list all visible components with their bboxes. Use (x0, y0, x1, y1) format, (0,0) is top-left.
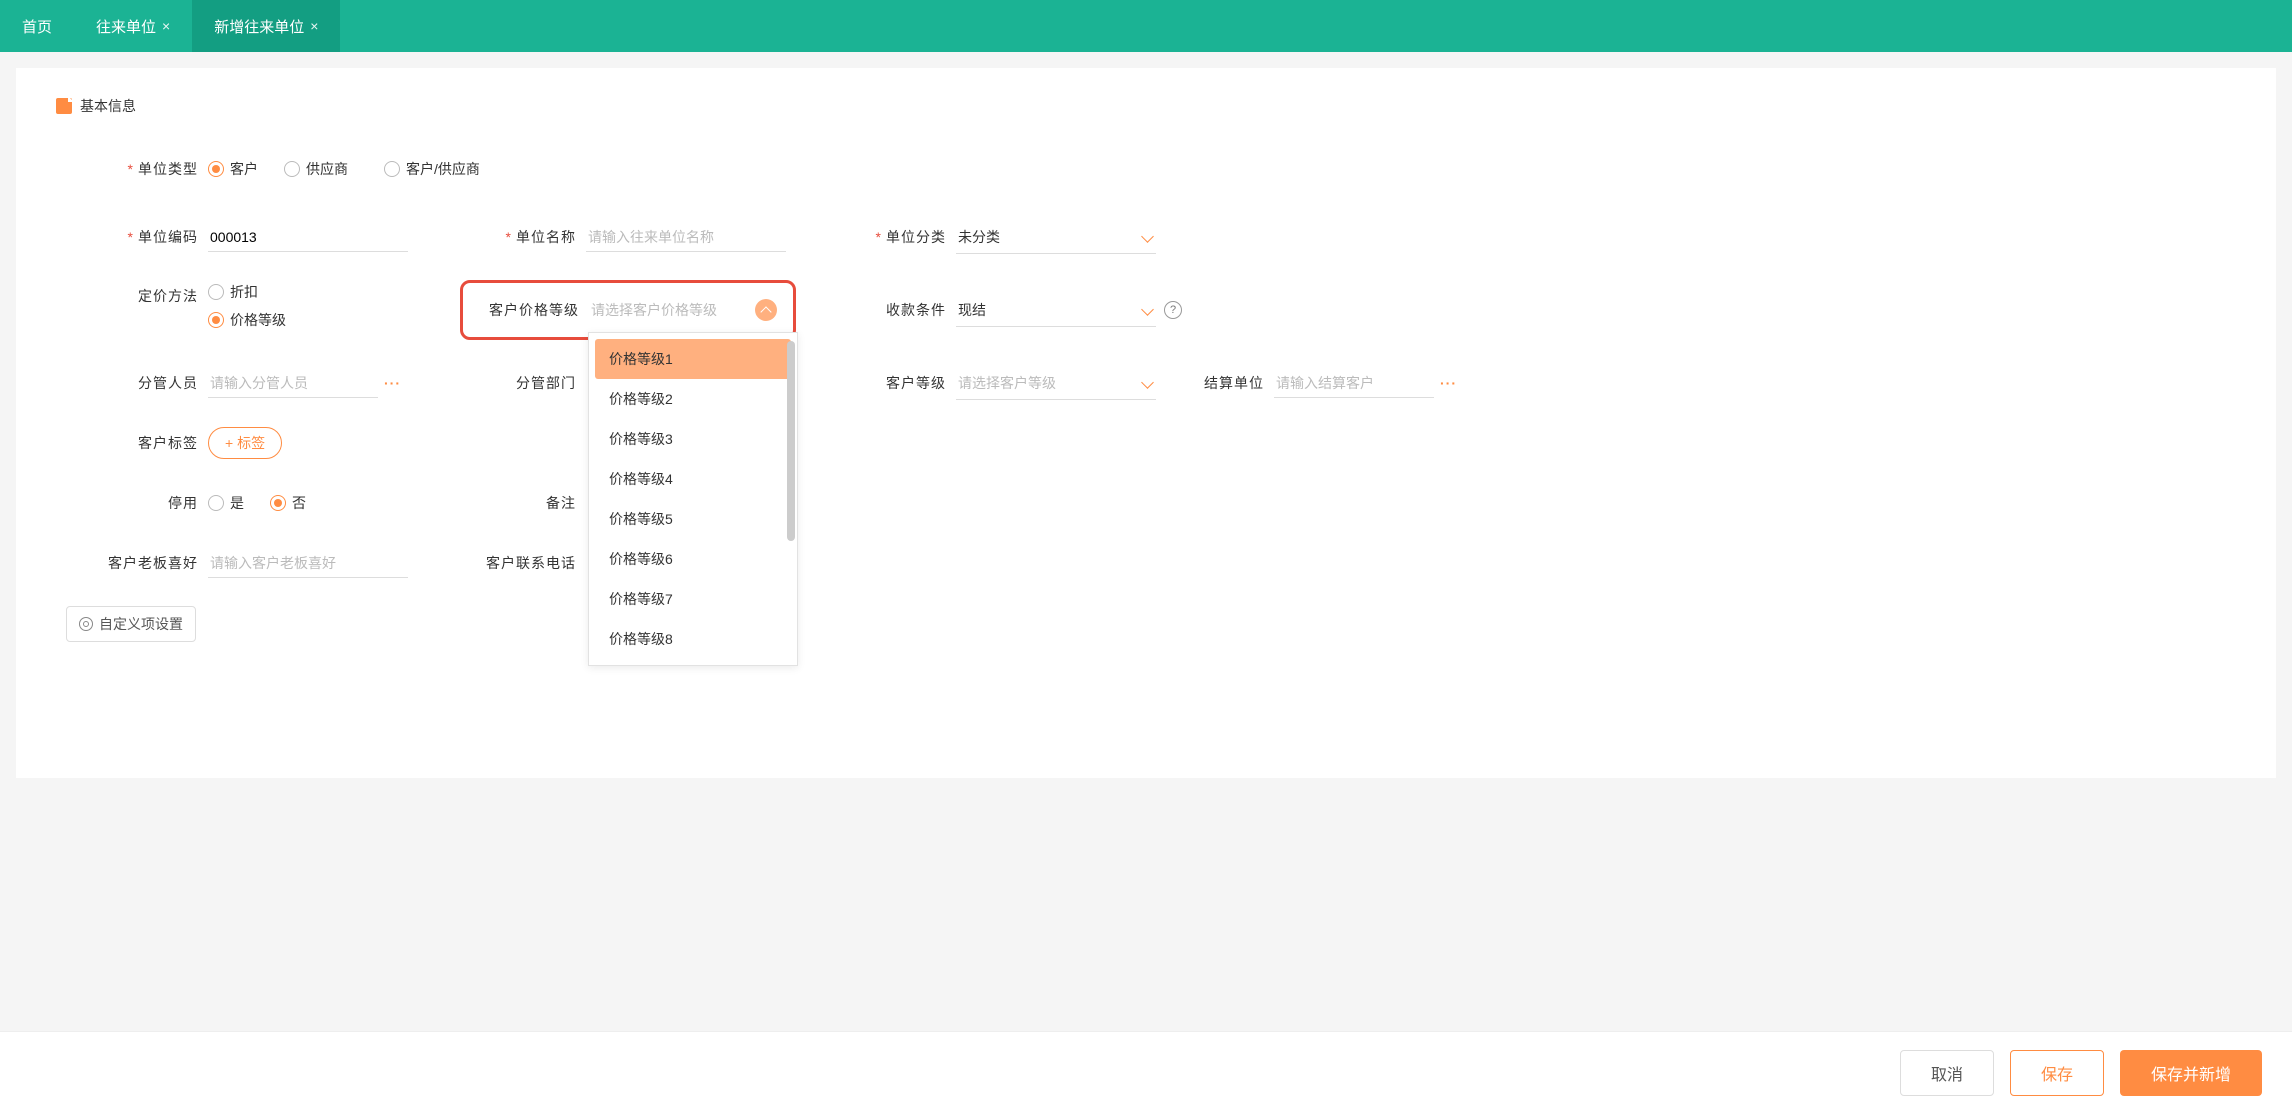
staff-input[interactable] (208, 369, 378, 398)
price-level-option[interactable]: 价格等级3 (595, 419, 791, 459)
label-unit-category: 单位分类 (844, 227, 956, 247)
label-receipt: 收款条件 (844, 300, 956, 320)
tab-new-contact[interactable]: 新增往来单位 × (192, 0, 340, 52)
close-icon[interactable]: × (310, 18, 318, 34)
label-customer-level: 客户等级 (844, 373, 956, 393)
scrollbar[interactable] (787, 341, 795, 541)
label-staff: 分管人员 (96, 373, 208, 393)
select-placeholder: 请选择客户价格等级 (591, 300, 755, 320)
label-boss-pref: 客户老板喜好 (96, 553, 208, 573)
label-unit-type: 单位类型 (96, 159, 208, 179)
tab-label: 往来单位 (96, 16, 156, 37)
label-department: 分管部门 (474, 373, 586, 393)
label-contact-phone: 客户联系电话 (474, 553, 586, 573)
label-remark: 备注 (474, 493, 586, 513)
chevron-down-icon (1140, 303, 1154, 317)
unit-name-input[interactable] (586, 223, 786, 252)
customer-level-select[interactable]: 请选择客户等级 (956, 367, 1156, 400)
price-level-option[interactable]: 价格等级8 (595, 619, 791, 659)
radio-both[interactable]: 客户/供应商 (384, 159, 480, 179)
boss-pref-input[interactable] (208, 549, 408, 578)
price-level-select[interactable]: 请选择客户价格等级 (589, 293, 779, 327)
label-customer-tag: 客户标签 (96, 433, 208, 453)
save-and-new-button[interactable]: 保存并新增 (2120, 1050, 2262, 1096)
section-header: 基本信息 (56, 96, 2236, 116)
tab-bar: 首页 往来单位 × 新增往来单位 × (0, 0, 2292, 52)
price-level-option[interactable]: 价格等级4 (595, 459, 791, 499)
label-pricing: 定价方法 (96, 282, 208, 306)
label-unit-code: 单位编码 (96, 227, 208, 247)
price-level-option[interactable]: 价格等级7 (595, 579, 791, 619)
label-disabled: 停用 (96, 493, 208, 513)
select-value: 现结 (958, 300, 1140, 320)
save-button[interactable]: 保存 (2010, 1050, 2104, 1096)
custom-settings-button[interactable]: 自定义项设置 (66, 606, 196, 642)
radio-price-level[interactable]: 价格等级 (208, 310, 286, 330)
radio-supplier[interactable]: 供应商 (284, 159, 348, 179)
tab-contacts[interactable]: 往来单位 × (74, 0, 192, 52)
unit-category-select[interactable]: 未分类 (956, 221, 1156, 254)
label-unit-name: 单位名称 (474, 227, 586, 247)
chevron-down-icon (1140, 376, 1154, 390)
cancel-button[interactable]: 取消 (1900, 1050, 1994, 1096)
tab-home[interactable]: 首页 (0, 0, 74, 52)
form-icon (56, 98, 72, 114)
unit-code-input[interactable] (208, 223, 408, 252)
chevron-down-icon (1140, 230, 1154, 244)
label-price-level: 客户价格等级 (477, 300, 589, 320)
footer-actions: 取消 保存 保存并新增 (0, 1031, 2292, 1114)
receipt-condition-select[interactable]: 现结 (956, 294, 1156, 327)
radio-discount[interactable]: 折扣 (208, 282, 286, 302)
select-value: 未分类 (958, 227, 1140, 247)
label-settle-unit: 结算单位 (1184, 373, 1274, 393)
select-placeholder: 请选择客户等级 (958, 373, 1140, 393)
help-icon[interactable]: ? (1164, 301, 1182, 319)
close-icon[interactable]: × (162, 18, 170, 34)
price-level-dropdown: 价格等级1价格等级2价格等级3价格等级4价格等级5价格等级6价格等级7价格等级8 (588, 332, 798, 666)
radio-disabled-no[interactable]: 否 (270, 493, 306, 513)
custom-settings-label: 自定义项设置 (99, 614, 183, 634)
price-level-option[interactable]: 价格等级2 (595, 379, 791, 419)
price-level-option[interactable]: 价格等级5 (595, 499, 791, 539)
price-level-option[interactable]: 价格等级6 (595, 539, 791, 579)
price-level-highlight: 客户价格等级 请选择客户价格等级 (460, 280, 796, 340)
settle-unit-input[interactable] (1274, 369, 1434, 398)
more-icon[interactable]: ··· (1440, 375, 1457, 391)
page-body: 基本信息 单位类型 客户 供应商 客户/供应商 单位编码 单位名称 (16, 68, 2276, 778)
price-level-option[interactable]: 价格等级1 (595, 339, 791, 379)
radio-customer[interactable]: 客户 (208, 159, 258, 179)
add-tag-button[interactable]: + 标签 (208, 427, 282, 459)
gear-icon (79, 617, 93, 631)
more-icon[interactable]: ··· (384, 375, 401, 391)
radio-disabled-yes[interactable]: 是 (208, 493, 244, 513)
section-title: 基本信息 (80, 96, 136, 116)
tab-label: 新增往来单位 (214, 16, 304, 37)
tab-label: 首页 (22, 16, 52, 37)
chevron-up-icon (755, 299, 777, 321)
